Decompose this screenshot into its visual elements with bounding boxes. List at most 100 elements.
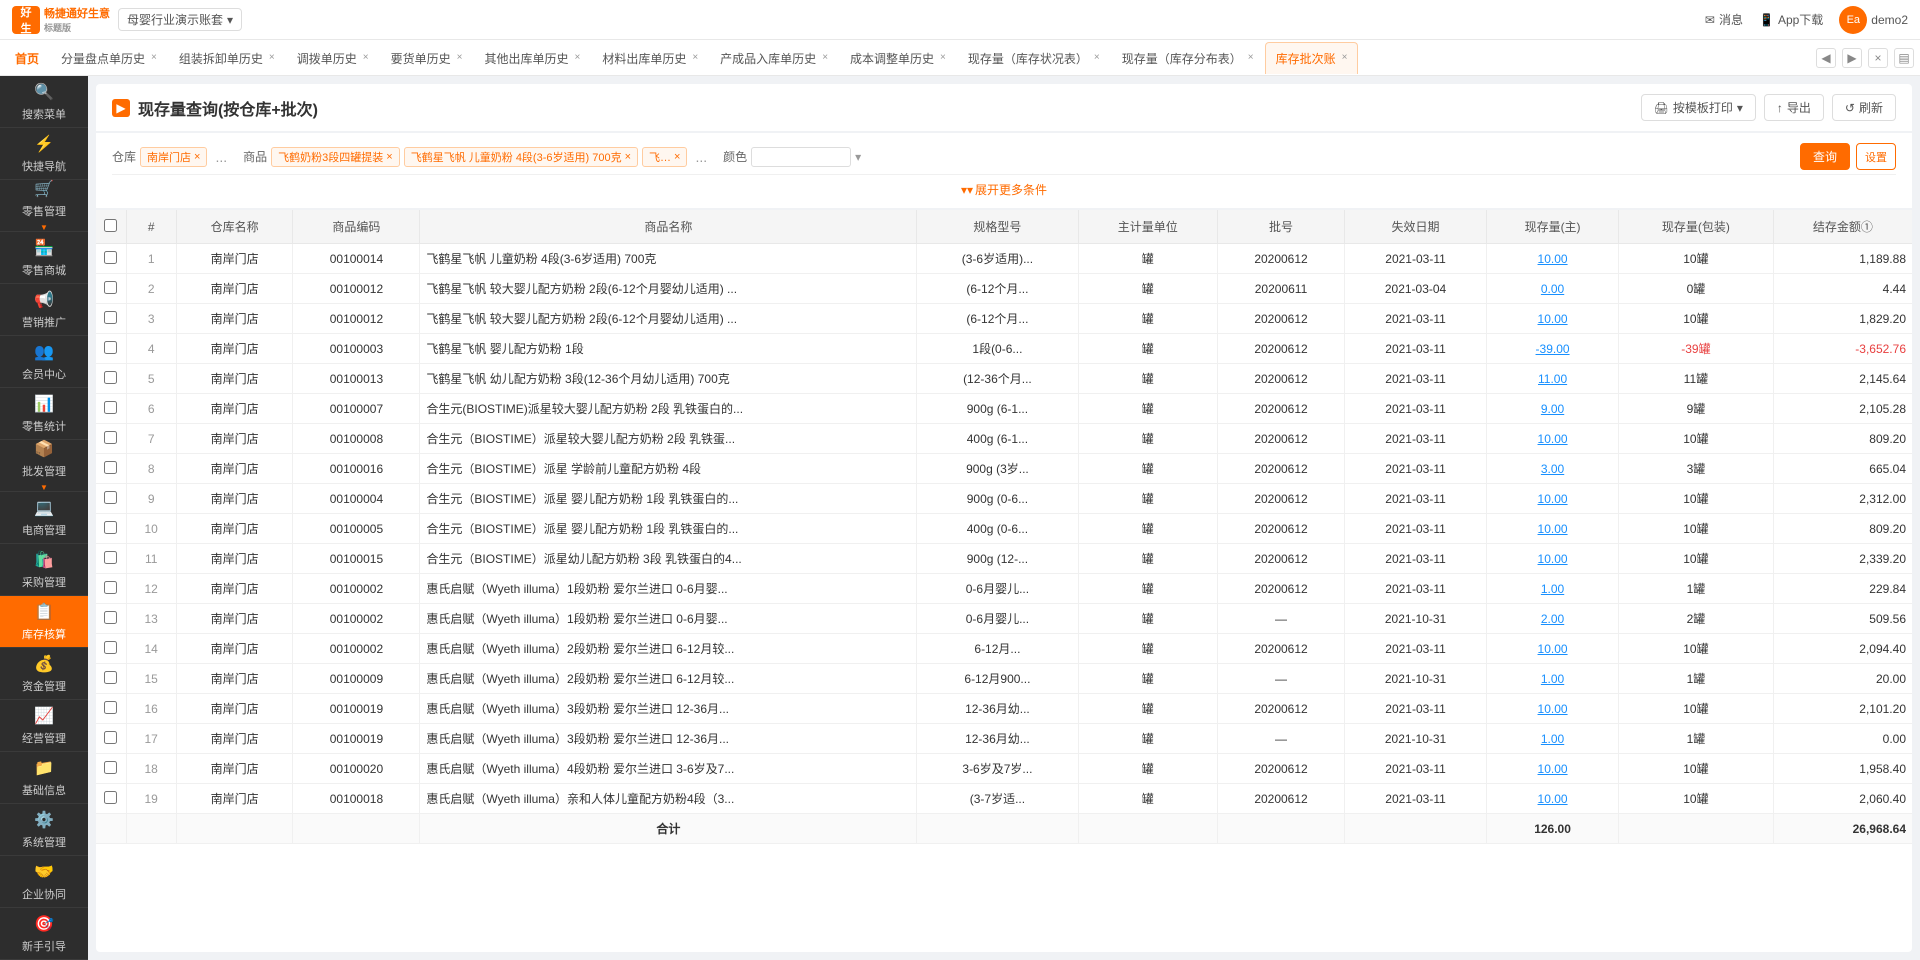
tab-close-icon[interactable]: × (1342, 53, 1348, 63)
cell-stock1[interactable]: 11.00 (1487, 364, 1619, 394)
cell-stock1[interactable]: 10.00 (1487, 424, 1619, 454)
row-checkbox[interactable] (104, 401, 117, 414)
tab-material-out[interactable]: 材料出库单历史 × (591, 42, 709, 74)
tab-close-icon[interactable]: × (269, 53, 275, 63)
row-checkbox[interactable] (104, 521, 117, 534)
product3-remove-btn[interactable]: × (674, 151, 680, 163)
tab-batch-voucher[interactable]: 库存批次账 × (1265, 42, 1359, 74)
row-checkbox[interactable] (104, 701, 117, 714)
product1-remove-btn[interactable]: × (386, 151, 392, 163)
row-checkbox[interactable] (104, 311, 117, 324)
tab-close-icon[interactable]: × (574, 53, 580, 63)
tab-home[interactable]: 首页 (4, 42, 50, 74)
warehouse-remove-btn[interactable]: × (194, 151, 200, 163)
sidebar-item-quick-nav[interactable]: ⚡ 快捷导航 (0, 128, 88, 180)
cell-stock1[interactable]: 10.00 (1487, 754, 1619, 784)
tab-product-in[interactable]: 产成品入库单历史 × (709, 42, 839, 74)
tab-disassemble[interactable]: 组装拆卸单历史 × (168, 42, 286, 74)
tab-close-icon[interactable]: × (1094, 53, 1100, 63)
tab-close-icon[interactable]: × (822, 53, 828, 63)
sidebar-item-inventory[interactable]: 📋 库存核算 (0, 596, 88, 648)
cell-stock1[interactable]: 10.00 (1487, 484, 1619, 514)
tab-split-inventory[interactable]: 分量盘点单历史 × (50, 42, 168, 74)
row-checkbox[interactable] (104, 641, 117, 654)
sidebar-item-basic[interactable]: 📁 基础信息 (0, 752, 88, 804)
cell-stock1[interactable]: -39.00 (1487, 334, 1619, 364)
expand-more-btn[interactable]: ▾▾ 展开更多条件 (112, 174, 1896, 198)
sidebar-item-retail-mall[interactable]: 🏪 零售商城 (0, 232, 88, 284)
tab-stock-dist[interactable]: 现存量（库存分布表） × (1111, 42, 1265, 74)
sidebar-item-retail-stats[interactable]: 📊 零售统计 (0, 388, 88, 440)
row-checkbox[interactable] (104, 761, 117, 774)
cell-stock1[interactable]: 3.00 (1487, 454, 1619, 484)
row-checkbox[interactable] (104, 791, 117, 804)
tab-menu-btn[interactable]: ▤ (1894, 48, 1914, 68)
tab-close-icon[interactable]: × (151, 53, 157, 63)
sidebar-item-system[interactable]: ⚙️ 系统管理 (0, 804, 88, 856)
tab-close-icon[interactable]: × (692, 53, 698, 63)
company-selector[interactable]: 母婴行业演示账套 ▾ (118, 8, 242, 31)
tab-cost-adjust[interactable]: 成本调整单历史 × (839, 42, 957, 74)
row-checkbox[interactable] (104, 281, 117, 294)
cell-stock1[interactable]: 10.00 (1487, 544, 1619, 574)
cell-stock1[interactable]: 10.00 (1487, 784, 1619, 814)
tab-purchase-order[interactable]: 要货单历史 × (380, 42, 474, 74)
row-checkbox[interactable] (104, 341, 117, 354)
row-checkbox[interactable] (104, 551, 117, 564)
export-btn[interactable]: ↑ 导出 (1764, 94, 1824, 121)
tab-stock-status[interactable]: 现存量（库存状况表） × (957, 42, 1111, 74)
row-checkbox[interactable] (104, 431, 117, 444)
cell-stock1[interactable]: 1.00 (1487, 664, 1619, 694)
select-all-checkbox[interactable] (104, 219, 117, 232)
cell-stock1[interactable]: 10.00 (1487, 304, 1619, 334)
sidebar-item-member[interactable]: 👥 会员中心 (0, 336, 88, 388)
refresh-btn[interactable]: ↺ 刷新 (1832, 94, 1896, 121)
sidebar-item-wholesale[interactable]: 📦 批发管理 ▼ (0, 440, 88, 492)
cell-stock1[interactable]: 2.00 (1487, 604, 1619, 634)
print-btn[interactable]: 🖨 按模板打印 ▾ (1641, 94, 1756, 121)
row-checkbox[interactable] (104, 611, 117, 624)
tab-close-icon[interactable]: × (940, 53, 946, 63)
app-download-btn[interactable]: 📱 App下载 (1759, 11, 1823, 28)
tab-close-icon[interactable]: × (457, 53, 463, 63)
color-dropdown-icon[interactable]: ▾ (855, 150, 861, 164)
tab-prev-btn[interactable]: ◀ (1816, 48, 1836, 68)
tab-close-icon[interactable]: × (1248, 53, 1254, 63)
sidebar-item-search[interactable]: 🔍 搜索菜单 (0, 76, 88, 128)
cell-stock1[interactable]: 10.00 (1487, 244, 1619, 274)
row-checkbox[interactable] (104, 461, 117, 474)
cell-stock1[interactable]: 10.00 (1487, 634, 1619, 664)
row-checkbox[interactable] (104, 581, 117, 594)
row-checkbox[interactable] (104, 371, 117, 384)
cell-stock1[interactable]: 1.00 (1487, 574, 1619, 604)
cell-stock1[interactable]: 10.00 (1487, 694, 1619, 724)
row-checkbox[interactable] (104, 731, 117, 744)
cell-stock1[interactable]: 1.00 (1487, 724, 1619, 754)
product2-remove-btn[interactable]: × (625, 151, 631, 163)
cell-stock1[interactable]: 0.00 (1487, 274, 1619, 304)
settings-btn[interactable]: 设置 (1856, 143, 1896, 170)
cell-stock1[interactable]: 10.00 (1487, 514, 1619, 544)
sidebar-item-enterprise[interactable]: 🤝 企业协同 (0, 856, 88, 908)
row-checkbox[interactable] (104, 251, 117, 264)
query-btn[interactable]: 查询 (1800, 143, 1850, 170)
sidebar-item-guide[interactable]: 🎯 新手引导 (0, 908, 88, 960)
collapse-btn[interactable]: ▶ (112, 99, 130, 117)
sidebar-item-marketing[interactable]: 📢 营销推广 (0, 284, 88, 336)
tab-other-out[interactable]: 其他出库单历史 × (473, 42, 591, 74)
cell-stock1[interactable]: 9.00 (1487, 394, 1619, 424)
user-profile[interactable]: Ea demo2 (1839, 6, 1908, 34)
warehouse-dots[interactable]: ... (215, 149, 227, 165)
messages-btn[interactable]: ✉ 消息 (1705, 11, 1743, 28)
sidebar-item-ecommerce[interactable]: 💻 电商管理 (0, 492, 88, 544)
row-checkbox[interactable] (104, 491, 117, 504)
tab-next-btn[interactable]: ▶ (1842, 48, 1862, 68)
sidebar-item-purchase[interactable]: 🛍️ 采购管理 (0, 544, 88, 596)
tab-close-all-btn[interactable]: × (1868, 48, 1888, 68)
tab-transfer[interactable]: 调拨单历史 × (286, 42, 380, 74)
product-dots[interactable]: ... (695, 149, 707, 165)
sidebar-item-finance[interactable]: 💰 资金管理 (0, 648, 88, 700)
sidebar-item-operations[interactable]: 📈 经营管理 (0, 700, 88, 752)
sidebar-item-retail[interactable]: 🛒 零售管理 ▼ (0, 180, 88, 232)
color-input[interactable] (751, 147, 851, 167)
